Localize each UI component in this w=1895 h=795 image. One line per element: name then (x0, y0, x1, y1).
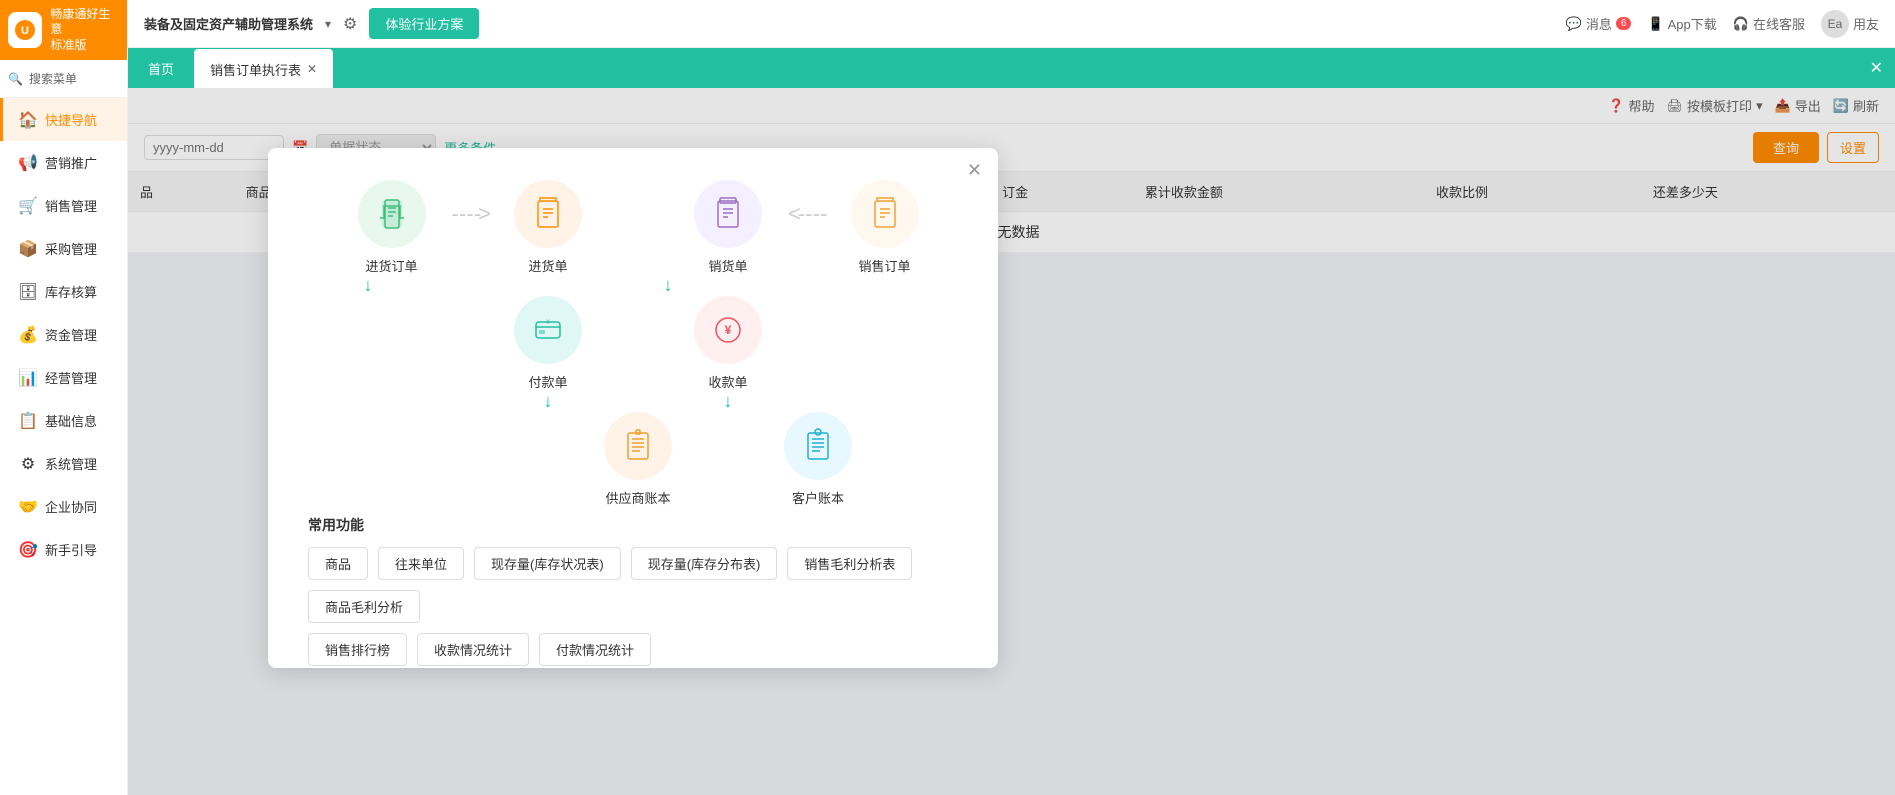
payment-bill-icon[interactable]: ¥ (514, 296, 582, 364)
purchase-order-label: 进货订单 (365, 256, 417, 275)
quick-nav-icon: 🏠 (19, 111, 37, 129)
online-service-action[interactable]: 🎧 在线客服 (1733, 14, 1805, 33)
enterprise-icon: 🤝 (19, 498, 37, 516)
logo-icon: U (8, 12, 42, 48)
customer-account-icon[interactable] (784, 412, 852, 480)
topbar-settings-icon[interactable]: ⚙ (343, 14, 357, 34)
popup-overlay: ✕ 进货订单 (128, 88, 1895, 795)
popup-close-btn[interactable]: ✕ (967, 160, 982, 181)
functions-grid: 商品 往来单位 现存量(库存状况表) 现存量(库存分布表) 销售毛利分析表 商品… (308, 547, 958, 623)
finance-icon: 💰 (19, 326, 37, 344)
sidebar-logo: U 畅康通好生意 标准版 (0, 0, 127, 60)
purchase-bill-label: 进货单 (528, 256, 567, 275)
system-name: 装备及固定资产辅助管理系统 (144, 14, 313, 33)
sidebar-item-basic-info[interactable]: 📋 基础信息 (0, 399, 127, 442)
main-content: 装备及固定资产辅助管理系统 ▾ ⚙ 体验行业方案 💬 消息 6 📱 App下载 … (128, 0, 1895, 795)
sidebar-item-marketing[interactable]: 📢 营销推广 (0, 141, 127, 184)
sidebar-item-system[interactable]: ⚙ 系统管理 (0, 442, 127, 485)
svg-text:¥: ¥ (725, 323, 732, 337)
user-action[interactable]: Ea 用友 (1821, 10, 1879, 38)
payment-bill-label: 付款单 (528, 372, 567, 391)
experience-btn[interactable]: 体验行业方案 (369, 8, 479, 39)
func-btn-1[interactable]: 往来单位 (378, 547, 464, 580)
newbie-icon: 🎯 (19, 541, 37, 559)
message-badge: 6 (1616, 17, 1632, 30)
supplier-account-icon[interactable] (604, 412, 672, 480)
func-btn-3[interactable]: 现存量(库存分布表) (631, 547, 778, 580)
sales-icon: 🛒 (19, 197, 37, 215)
func-btn-7[interactable]: 收款情况统计 (417, 633, 529, 666)
logo-text: 畅康通好生意 标准版 (50, 7, 119, 54)
func-btn-8[interactable]: 付款情况统计 (539, 633, 651, 666)
receipt-bill-icon[interactable]: ¥ (694, 296, 762, 364)
receipt-bill-label: 收款单 (708, 372, 747, 391)
tabbar: 首页 销售订单执行表 ✕ ✕ (128, 48, 1895, 88)
operations-icon: 📊 (19, 369, 37, 387)
tab-sales-order[interactable]: 销售订单执行表 ✕ (194, 49, 333, 89)
sales-order-icon[interactable] (851, 180, 919, 248)
content-area: ❓ 帮助 🖨 按模板打印 ▾ 📤 导出 🔄 刷新 (128, 88, 1895, 795)
marketing-icon: 📢 (19, 154, 37, 172)
svg-text:¥: ¥ (546, 320, 550, 326)
search-icon: 🔍 (8, 72, 23, 86)
func-btn-6[interactable]: 销售排行榜 (308, 633, 407, 666)
sales-bill-icon[interactable] (694, 180, 762, 248)
sales-order-label: 销售订单 (858, 256, 910, 275)
functions-grid-2: 销售排行榜 收款情况统计 付款情况统计 (308, 633, 958, 666)
func-btn-4[interactable]: 销售毛利分析表 (787, 547, 912, 580)
sidebar-item-enterprise[interactable]: 🤝 企业协同 (0, 485, 127, 528)
func-btn-2[interactable]: 现存量(库存状况表) (474, 547, 621, 580)
sidebar-item-quick-nav[interactable]: 🏠 快捷导航 (0, 98, 127, 141)
tab-panel-close-icon[interactable]: ✕ (1858, 58, 1895, 78)
basic-info-icon: 📋 (19, 412, 37, 430)
service-icon: 🎧 (1733, 16, 1749, 32)
tab-home[interactable]: 首页 (128, 48, 194, 88)
inventory-icon: 🗄 (19, 283, 37, 301)
svg-text:U: U (21, 25, 29, 37)
sales-bill-label: 销货单 (708, 256, 747, 275)
sidebar-item-operations[interactable]: 📊 经营管理 (0, 356, 127, 399)
user-avatar: Ea (1821, 10, 1849, 38)
search-menu[interactable]: 🔍 搜索菜单 (0, 60, 127, 98)
popup-card: ✕ 进货订单 (268, 148, 998, 668)
topbar-dropdown[interactable]: ▾ (325, 17, 331, 31)
topbar-actions: 💬 消息 6 📱 App下载 🎧 在线客服 Ea 用友 (1566, 10, 1879, 38)
message-action[interactable]: 💬 消息 6 (1566, 14, 1632, 33)
customer-account-label: 客户账本 (792, 488, 844, 507)
supplier-account-label: 供应商账本 (605, 488, 670, 507)
sidebar-item-sales[interactable]: 🛒 销售管理 (0, 184, 127, 227)
download-icon: 📱 (1647, 16, 1663, 32)
sidebar: U 畅康通好生意 标准版 🔍 搜索菜单 🏠 快捷导航 📢 营销推广 🛒 销售管理 (0, 0, 128, 795)
sidebar-item-purchase[interactable]: 📦 采购管理 (0, 227, 127, 270)
purchase-icon: 📦 (19, 240, 37, 258)
common-functions: 常用功能 商品 往来单位 现存量(库存状况表) 现存量(库存分布表) 销售毛利分… (308, 515, 958, 666)
purchase-order-icon[interactable] (358, 180, 426, 248)
message-icon: 💬 (1566, 16, 1582, 32)
sidebar-item-inventory[interactable]: 🗄 库存核算 (0, 270, 127, 313)
topbar: 装备及固定资产辅助管理系统 ▾ ⚙ 体验行业方案 💬 消息 6 📱 App下载 … (128, 0, 1895, 48)
func-btn-5[interactable]: 商品毛利分析 (308, 590, 420, 623)
system-icon: ⚙ (19, 455, 37, 473)
purchase-bill-icon[interactable] (514, 180, 582, 248)
sidebar-item-newbie[interactable]: 🎯 新手引导 (0, 528, 127, 571)
sidebar-item-finance[interactable]: 💰 资金管理 (0, 313, 127, 356)
func-btn-0[interactable]: 商品 (308, 547, 368, 580)
common-functions-title: 常用功能 (308, 515, 958, 535)
tab-close-icon[interactable]: ✕ (307, 62, 317, 76)
app-download-action[interactable]: 📱 App下载 (1647, 14, 1716, 33)
